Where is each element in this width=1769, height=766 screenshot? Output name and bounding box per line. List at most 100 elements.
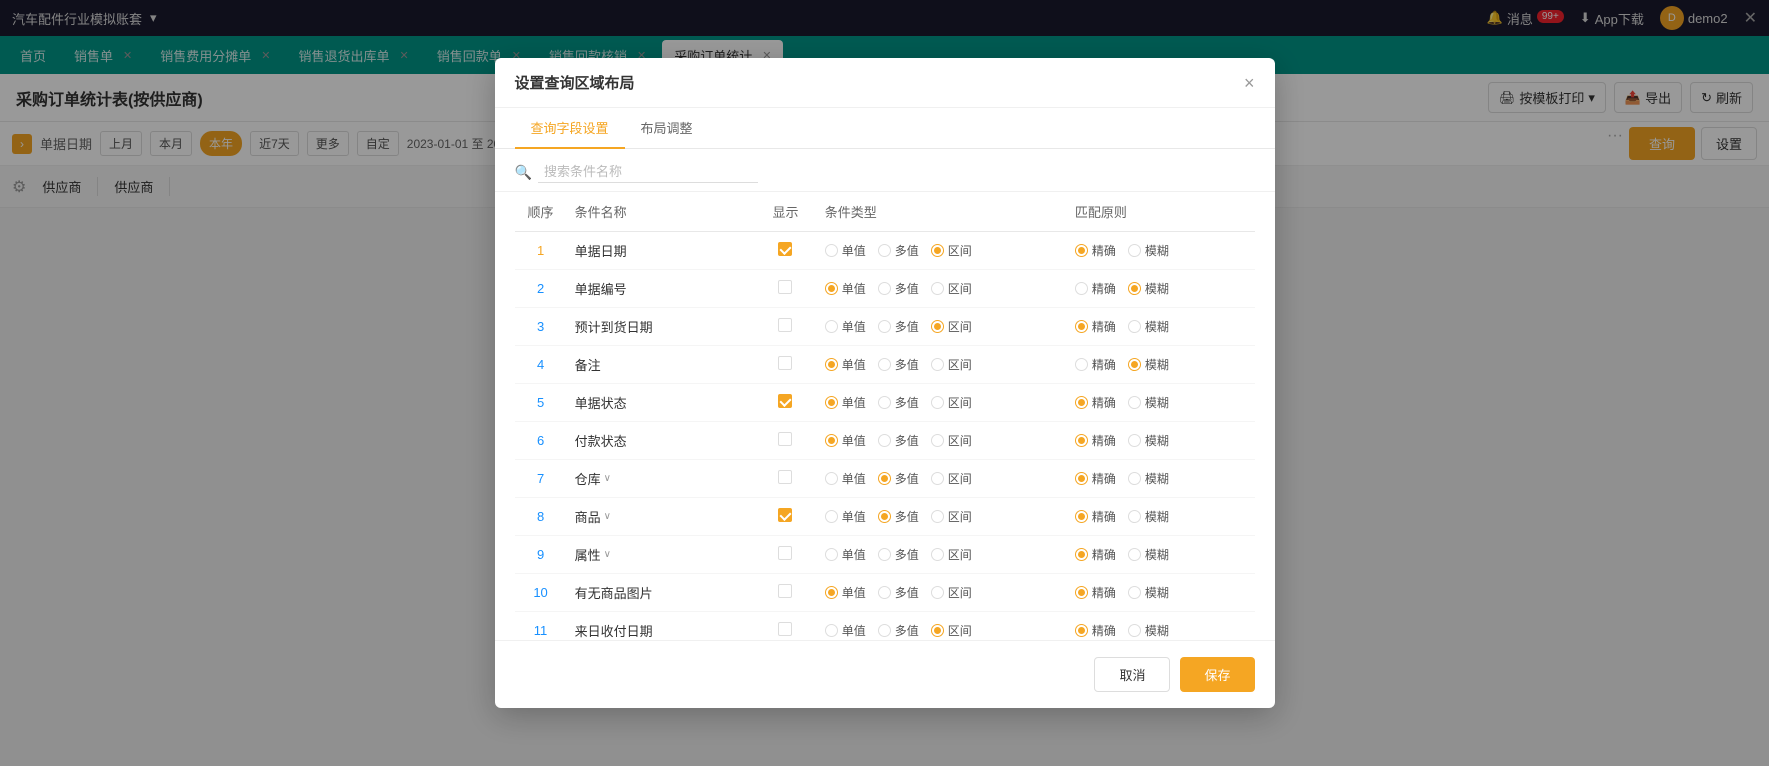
type-multi-label: 多值 — [895, 546, 919, 563]
type-range-radio — [931, 434, 944, 447]
type-multi-option[interactable]: 多值 — [878, 546, 919, 563]
row-order-cell: 4 — [515, 346, 567, 384]
row-order-cell: 3 — [515, 308, 567, 346]
match-exact-option[interactable]: 精确 — [1075, 280, 1116, 297]
type-single-option[interactable]: 单值 — [825, 622, 866, 639]
modal-close-button[interactable]: × — [1244, 74, 1255, 92]
type-range-option[interactable]: 区间 — [931, 622, 972, 639]
type-range-option[interactable]: 区间 — [931, 546, 972, 563]
type-range-option[interactable]: 区间 — [931, 584, 972, 601]
match-fuzzy-option[interactable]: 模糊 — [1128, 546, 1169, 563]
match-exact-radio — [1075, 548, 1088, 561]
match-fuzzy-option[interactable]: 模糊 — [1128, 432, 1169, 449]
display-checkbox[interactable] — [778, 470, 792, 484]
match-fuzzy-option[interactable]: 模糊 — [1128, 394, 1169, 411]
save-button[interactable]: 保存 — [1180, 657, 1254, 692]
match-fuzzy-option[interactable]: 模糊 — [1128, 318, 1169, 335]
match-exact-option[interactable]: 精确 — [1075, 622, 1116, 639]
type-range-radio — [931, 548, 944, 561]
cancel-button[interactable]: 取消 — [1094, 657, 1170, 692]
type-range-option[interactable]: 区间 — [931, 432, 972, 449]
row-display-cell — [754, 384, 817, 422]
display-checkbox[interactable] — [778, 584, 792, 598]
match-exact-radio — [1075, 472, 1088, 485]
type-single-option[interactable]: 单值 — [825, 394, 866, 411]
name-with-dropdown[interactable]: 仓库∨ — [575, 469, 747, 488]
type-range-option[interactable]: 区间 — [931, 318, 972, 335]
match-exact-option[interactable]: 精确 — [1075, 242, 1116, 259]
row-number: 9 — [537, 547, 544, 562]
match-radio-group: 精确模糊 — [1075, 622, 1247, 639]
row-match-cell: 精确模糊 — [1067, 498, 1255, 536]
type-multi-option[interactable]: 多值 — [878, 394, 919, 411]
type-multi-option[interactable]: 多值 — [878, 508, 919, 525]
type-multi-option[interactable]: 多值 — [878, 280, 919, 297]
match-fuzzy-option[interactable]: 模糊 — [1128, 280, 1169, 297]
type-range-option[interactable]: 区间 — [931, 280, 972, 297]
match-fuzzy-radio — [1128, 472, 1141, 485]
type-single-option[interactable]: 单值 — [825, 470, 866, 487]
type-single-option[interactable]: 单值 — [825, 280, 866, 297]
match-fuzzy-option[interactable]: 模糊 — [1128, 508, 1169, 525]
type-single-option[interactable]: 单值 — [825, 546, 866, 563]
match-exact-radio — [1075, 282, 1088, 295]
match-exact-option[interactable]: 精确 — [1075, 546, 1116, 563]
type-single-option[interactable]: 单值 — [825, 356, 866, 373]
type-multi-option[interactable]: 多值 — [878, 432, 919, 449]
match-fuzzy-radio — [1128, 586, 1141, 599]
match-fuzzy-option[interactable]: 模糊 — [1128, 622, 1169, 639]
display-checkbox[interactable] — [778, 622, 792, 636]
match-exact-option[interactable]: 精确 — [1075, 432, 1116, 449]
type-range-option[interactable]: 区间 — [931, 508, 972, 525]
display-checkbox[interactable] — [778, 432, 792, 446]
type-multi-option[interactable]: 多值 — [878, 470, 919, 487]
type-single-option[interactable]: 单值 — [825, 318, 866, 335]
modal-tab-layout[interactable]: 布局调整 — [625, 108, 709, 149]
type-single-option[interactable]: 单值 — [825, 432, 866, 449]
type-multi-option[interactable]: 多值 — [878, 622, 919, 639]
modal-tab-query[interactable]: 查询字段设置 — [515, 108, 625, 149]
name-with-dropdown[interactable]: 商品∨ — [575, 507, 747, 526]
match-fuzzy-option[interactable]: 模糊 — [1128, 470, 1169, 487]
match-fuzzy-option[interactable]: 模糊 — [1128, 356, 1169, 373]
match-exact-option[interactable]: 精确 — [1075, 508, 1116, 525]
match-exact-option[interactable]: 精确 — [1075, 394, 1116, 411]
table-row: 9 属性∨ 单值 多值区间 精确 模糊 — [515, 536, 1255, 574]
match-fuzzy-option[interactable]: 模糊 — [1128, 242, 1169, 259]
display-checkbox[interactable] — [778, 280, 792, 294]
display-checkbox[interactable] — [778, 242, 792, 256]
type-single-option[interactable]: 单值 — [825, 242, 866, 259]
name-with-dropdown[interactable]: 属性∨ — [575, 545, 747, 564]
type-multi-option[interactable]: 多值 — [878, 318, 919, 335]
search-input[interactable] — [538, 161, 758, 183]
match-exact-radio — [1075, 396, 1088, 409]
display-checkbox[interactable] — [778, 546, 792, 560]
type-range-option[interactable]: 区间 — [931, 470, 972, 487]
match-exact-option[interactable]: 精确 — [1075, 470, 1116, 487]
type-multi-option[interactable]: 多值 — [878, 584, 919, 601]
type-range-option[interactable]: 区间 — [931, 356, 972, 373]
type-range-option[interactable]: 区间 — [931, 394, 972, 411]
display-checkbox[interactable] — [778, 318, 792, 332]
type-single-option[interactable]: 单值 — [825, 508, 866, 525]
type-range-option[interactable]: 区间 — [931, 242, 972, 259]
match-exact-option[interactable]: 精确 — [1075, 356, 1116, 373]
display-checkbox[interactable] — [778, 508, 792, 522]
type-multi-option[interactable]: 多值 — [878, 242, 919, 259]
modal-search-area: 🔍 — [495, 149, 1275, 192]
type-single-radio — [825, 586, 838, 599]
display-checkbox[interactable] — [778, 394, 792, 408]
row-match-cell: 精确模糊 — [1067, 270, 1255, 308]
row-display-cell — [754, 308, 817, 346]
match-exact-option[interactable]: 精确 — [1075, 318, 1116, 335]
display-checkbox[interactable] — [778, 356, 792, 370]
type-radio-group: 单值多值区间 — [825, 394, 1059, 411]
row-display-cell — [754, 574, 817, 612]
type-multi-option[interactable]: 多值 — [878, 356, 919, 373]
match-fuzzy-label: 模糊 — [1145, 546, 1169, 563]
match-fuzzy-option[interactable]: 模糊 — [1128, 584, 1169, 601]
match-exact-option[interactable]: 精确 — [1075, 584, 1116, 601]
type-single-option[interactable]: 单值 — [825, 584, 866, 601]
match-fuzzy-radio — [1128, 320, 1141, 333]
row-order-cell: 9 — [515, 536, 567, 574]
